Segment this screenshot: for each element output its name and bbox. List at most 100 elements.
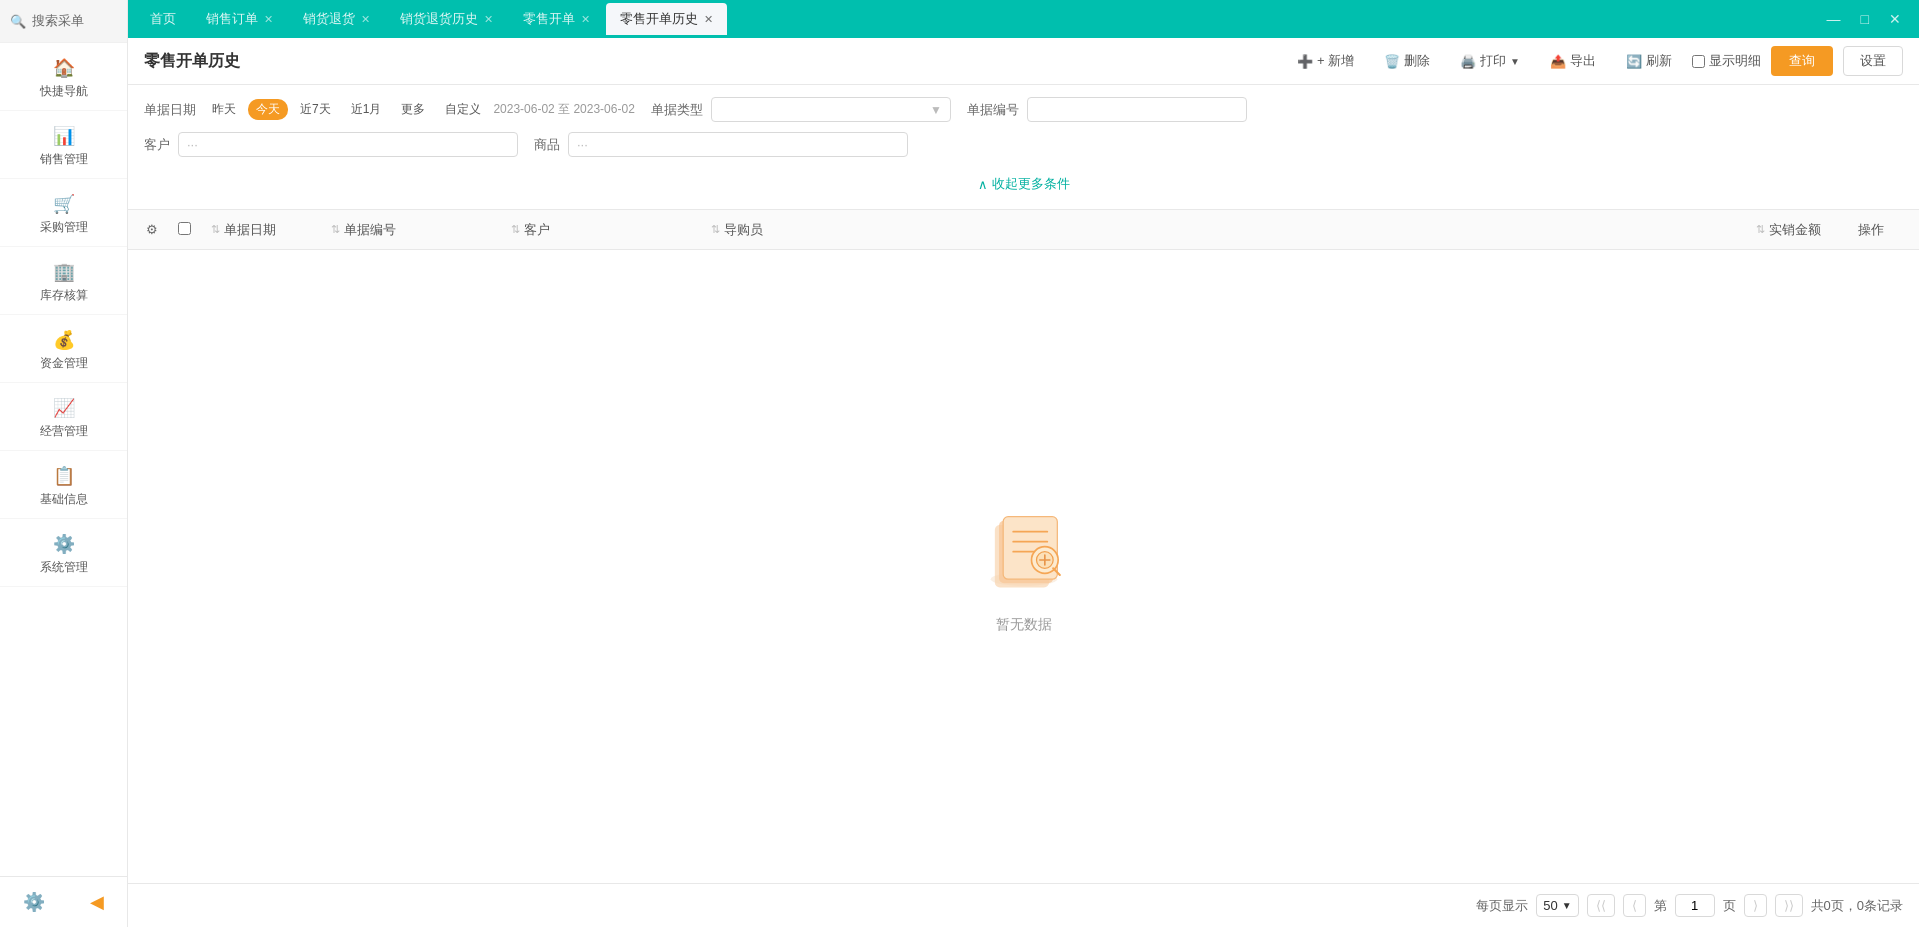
settings-button[interactable]: 设置 (1843, 46, 1903, 76)
tab-retail-open[interactable]: 零售开单 ✕ (509, 3, 604, 35)
page-summary: 共0页，0条记录 (1811, 897, 1903, 915)
tab-retail-open-history[interactable]: 零售开单历史 ✕ (606, 3, 727, 35)
sidebar-label-sales-mgmt: 销售管理 (40, 151, 88, 168)
sidebar-footer: ⚙️ ◀ (0, 876, 127, 927)
filter-goods-item: 商品 ··· (534, 132, 908, 157)
sidebar-label-system: 系统管理 (40, 559, 88, 576)
main-area: 首页销售订单✕销货退货✕ 销货退货历史 ✕ 零售开单 ✕ 零售开单历史 ✕ — □ ✕ 零售… (128, 0, 1919, 927)
close-btn[interactable]: ✕ (1883, 9, 1907, 29)
tab-label-retail-open-history: 零售开单历史 (620, 10, 698, 28)
sidebar-icon-quick-nav: 🏠 (53, 57, 75, 79)
date-opt-今天[interactable]: 今天 (248, 99, 288, 120)
toolbar-actions: ➕ + 新增 🗑️ 删除 🖨️ 打印 ▼ 📤 导出 🔄 (1287, 46, 1903, 76)
collapse-button[interactable]: ∧ 收起更多条件 (966, 171, 1082, 197)
sidebar-search[interactable]: 🔍 搜索采单 (0, 0, 127, 43)
query-button[interactable]: 查询 (1771, 46, 1833, 76)
last-page-btn[interactable]: ⟩⟩ (1775, 894, 1803, 917)
col-header-date[interactable]: ⇅ 单据日期 (201, 221, 321, 239)
date-range-text: 2023-06-02 至 2023-06-02 (493, 101, 634, 118)
date-label: 单据日期 (144, 101, 196, 119)
page-size-select[interactable]: 50 ▼ (1536, 894, 1578, 917)
tab-label-sales-return-history: 销货退货历史 (400, 10, 478, 28)
per-page-label: 每页显示 (1476, 897, 1528, 915)
print-button[interactable]: 🖨️ 打印 ▼ (1450, 47, 1530, 75)
col-header-num[interactable]: ⇅ 单据编号 (321, 221, 501, 239)
col-header-customer[interactable]: ⇅ 客户 (501, 221, 701, 239)
date-opt-自定义[interactable]: 自定义 (437, 99, 489, 120)
docnum-input[interactable] (1027, 97, 1247, 122)
tab-close-sales-return[interactable]: ✕ (361, 13, 370, 26)
sidebar-item-finance[interactable]: 💰 资金管理 (0, 315, 127, 383)
tab-close-retail-open-history[interactable]: ✕ (704, 13, 713, 26)
sidebar-icon-basic-info: 📋 (53, 465, 75, 487)
maximize-btn[interactable]: □ (1855, 9, 1875, 29)
first-page-btn[interactable]: ⟨⟨ (1587, 894, 1615, 917)
page-word-post: 页 (1723, 897, 1736, 915)
sidebar-item-sales-mgmt[interactable]: 📊 销售管理 (0, 111, 127, 179)
tab-label-retail-open: 零售开单 (523, 10, 575, 28)
sidebar-label-inventory: 库存核算 (40, 287, 88, 304)
sidebar-label-quick-nav: 快捷导航 (40, 83, 88, 100)
empty-state: 暂无数据 (128, 250, 1919, 883)
col-settings-btn[interactable]: ⚙ (136, 222, 168, 237)
filter-customer-item: 客户 ··· (144, 132, 518, 157)
refresh-button[interactable]: 🔄 刷新 (1616, 47, 1682, 75)
goods-input[interactable]: ··· (568, 132, 908, 157)
sidebar-icon-purchase-mgmt: 🛒 (53, 193, 75, 215)
sidebar-icon-sales-mgmt: 📊 (53, 125, 75, 147)
sidebar-label-basic-info: 基础信息 (40, 491, 88, 508)
print-icon: 🖨️ (1460, 54, 1476, 69)
tab-sales-return-history[interactable]: 销货退货历史 ✕ (386, 3, 507, 35)
show-detail-toggle[interactable]: 显示明细 (1692, 52, 1761, 70)
tab-close-retail-open[interactable]: ✕ (581, 13, 590, 26)
sort-icon-amount: ⇅ (1756, 223, 1765, 236)
col-header-amount[interactable]: ⇅ 实销金额 (1711, 221, 1831, 239)
minimize-btn[interactable]: — (1821, 9, 1847, 29)
delete-icon: 🗑️ (1384, 54, 1400, 69)
sidebar: 🔍 搜索采单 🏠 快捷导航 📊 销售管理 🛒 采购管理 🏢 库存核算 💰 资金管… (0, 0, 128, 927)
tab-sales-return[interactable]: 销货退货✕ (289, 3, 384, 35)
next-page-btn[interactable]: ⟩ (1744, 894, 1767, 917)
tab-close-sales-return-history[interactable]: ✕ (484, 13, 493, 26)
empty-icon (974, 500, 1074, 600)
sidebar-item-inventory[interactable]: 🏢 库存核算 (0, 247, 127, 315)
date-opt-更多[interactable]: 更多 (393, 99, 433, 120)
delete-button[interactable]: 🗑️ 删除 (1374, 47, 1440, 75)
date-opt-昨天[interactable]: 昨天 (204, 99, 244, 120)
customer-input[interactable]: ··· (178, 132, 518, 157)
sidebar-item-purchase-mgmt[interactable]: 🛒 采购管理 (0, 179, 127, 247)
sidebar-item-operation[interactable]: 📈 经营管理 (0, 383, 127, 451)
sidebar-item-basic-info[interactable]: 📋 基础信息 (0, 451, 127, 519)
sidebar-item-system[interactable]: ⚙️ 系统管理 (0, 519, 127, 587)
doctype-label: 单据类型 (651, 101, 703, 119)
sort-icon-num: ⇅ (331, 223, 340, 236)
doctype-select[interactable]: ▼ (711, 97, 951, 122)
table-header: ⚙ ⇅ 单据日期 ⇅ 单据编号 ⇅ 客户 ⇅ 导购员 (128, 210, 1919, 250)
settings-footer-btn[interactable]: ⚙️ (15, 887, 53, 917)
prev-page-btn[interactable]: ⟨ (1623, 894, 1646, 917)
window-controls: — □ ✕ (1821, 9, 1911, 29)
tab-sales-order[interactable]: 销售订单✕ (192, 3, 287, 35)
table-container: ⚙ ⇅ 单据日期 ⇅ 单据编号 ⇅ 客户 ⇅ 导购员 (128, 210, 1919, 927)
show-detail-checkbox[interactable] (1692, 55, 1705, 68)
sidebar-item-quick-nav[interactable]: 🏠 快捷导航 (0, 43, 127, 111)
col-header-guide[interactable]: ⇅ 导购员 (701, 221, 821, 239)
select-all-checkbox[interactable] (178, 222, 191, 235)
add-icon: ➕ (1297, 54, 1313, 69)
export-icon: 📤 (1550, 54, 1566, 69)
tab-home[interactable]: 首页 (136, 3, 190, 35)
export-button[interactable]: 📤 导出 (1540, 47, 1606, 75)
page-number-input[interactable]: 1 (1675, 894, 1715, 917)
filter-doctype-item: 单据类型 ▼ (651, 97, 951, 122)
sidebar-label-operation: 经营管理 (40, 423, 88, 440)
filter-area: 单据日期 昨天今天近7天近1月更多自定义2023-06-02 至 2023-06… (128, 85, 1919, 210)
tab-close-sales-order[interactable]: ✕ (264, 13, 273, 26)
sidebar-icon-finance: 💰 (53, 329, 75, 351)
sidebar-search-label: 搜索采单 (32, 12, 84, 30)
date-options: 昨天今天近7天近1月更多自定义2023-06-02 至 2023-06-02 (204, 99, 635, 120)
col-checkbox-all[interactable] (168, 222, 201, 238)
date-opt-近7天[interactable]: 近7天 (292, 99, 339, 120)
date-opt-近1月[interactable]: 近1月 (343, 99, 390, 120)
collapse-footer-btn[interactable]: ◀ (82, 887, 112, 917)
add-button[interactable]: ➕ + 新增 (1287, 47, 1364, 75)
